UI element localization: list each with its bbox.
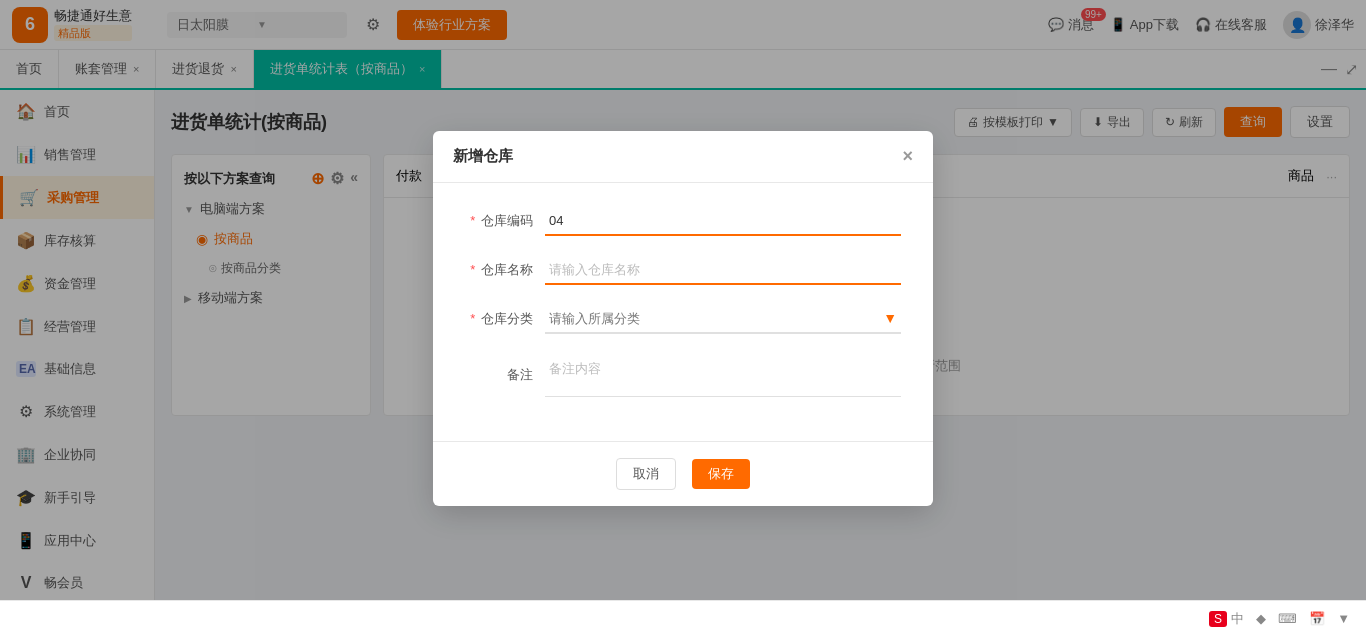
- modal-close-button[interactable]: ×: [902, 147, 913, 165]
- modal-header: 新增仓库 ×: [433, 131, 933, 183]
- chinese-label: 中: [1231, 610, 1244, 628]
- modal-body: * 仓库编码 * 仓库名称 * 仓库分类: [433, 183, 933, 441]
- menu-icon: ▼: [1337, 611, 1350, 626]
- dot-icon: ◆: [1256, 611, 1266, 626]
- name-input[interactable]: [545, 256, 901, 285]
- bottom-calendar-item[interactable]: 📅: [1309, 611, 1325, 626]
- category-select-wrapper: ▼: [545, 305, 901, 334]
- remark-label: 备注: [465, 366, 545, 384]
- bottom-bar: S 中 ◆ ⌨ 📅 ▼: [0, 600, 1366, 636]
- category-input[interactable]: [545, 305, 901, 332]
- remark-input[interactable]: [545, 354, 901, 397]
- save-button[interactable]: 保存: [692, 459, 750, 489]
- bottom-dot-item[interactable]: ◆: [1256, 611, 1266, 626]
- modal-backdrop: 新增仓库 × * 仓库编码 * 仓库名称: [0, 0, 1366, 636]
- form-row-code: * 仓库编码: [465, 207, 901, 236]
- modal-footer: 取消 保存: [433, 441, 933, 506]
- name-label: * 仓库名称: [465, 261, 545, 279]
- keyboard-icon: ⌨: [1278, 611, 1297, 626]
- chinese-icon: S: [1209, 611, 1227, 627]
- cancel-button[interactable]: 取消: [616, 458, 676, 490]
- required-mark-name: *: [470, 262, 475, 277]
- category-label: * 仓库分类: [465, 310, 545, 328]
- form-row-category: * 仓库分类 ▼: [465, 305, 901, 334]
- form-row-remark: 备注: [465, 354, 901, 397]
- code-label: * 仓库编码: [465, 212, 545, 230]
- bottom-menu-item[interactable]: ▼: [1337, 611, 1350, 626]
- required-mark-code: *: [470, 213, 475, 228]
- form-row-name: * 仓库名称: [465, 256, 901, 285]
- bottom-chinese-input[interactable]: S 中: [1209, 610, 1244, 628]
- required-mark-category: *: [470, 311, 475, 326]
- modal-title: 新增仓库: [453, 147, 513, 166]
- calendar-icon: 📅: [1309, 611, 1325, 626]
- bottom-keyboard-item[interactable]: ⌨: [1278, 611, 1297, 626]
- code-input[interactable]: [545, 207, 901, 236]
- category-dropdown-icon[interactable]: ▼: [883, 310, 897, 326]
- add-warehouse-modal: 新增仓库 × * 仓库编码 * 仓库名称: [433, 131, 933, 506]
